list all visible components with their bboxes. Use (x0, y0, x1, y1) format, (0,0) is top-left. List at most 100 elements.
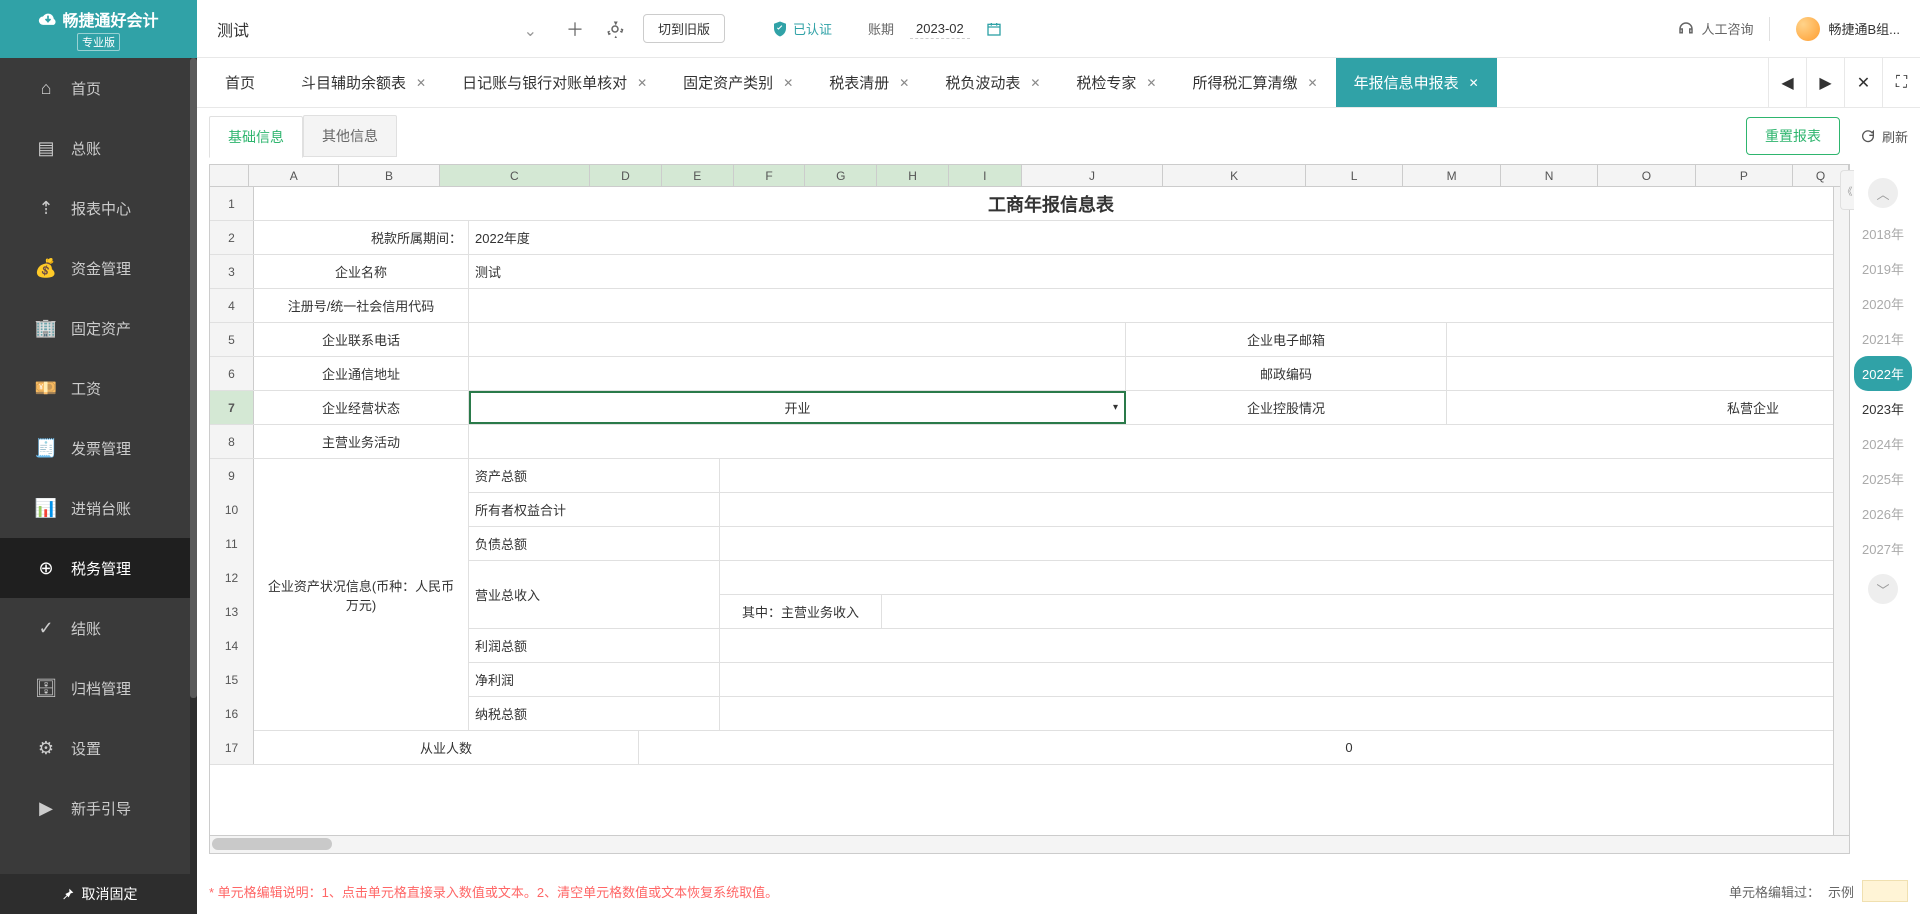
col-header-G[interactable]: G (805, 165, 877, 186)
sidebar-item-ledger[interactable]: ▤ 总账 (0, 118, 190, 178)
row-header[interactable]: 7 (210, 391, 254, 424)
switch-old-button[interactable]: 切到旧版 (643, 14, 725, 43)
close-icon[interactable]: ✕ (1469, 76, 1479, 90)
sidebar-item-tax[interactable]: ⊕税务管理 (0, 538, 190, 598)
tab-7[interactable]: 年报信息申报表✕ (1336, 58, 1497, 107)
close-icon[interactable]: ✕ (1146, 76, 1156, 90)
close-icon[interactable]: ✕ (783, 76, 793, 90)
footer: * 单元格编辑说明：1、点击单元格直接录入数值或文本。2、清空单元格数值或文本恢… (209, 876, 1908, 906)
col-header-F[interactable]: F (734, 165, 806, 186)
col-header-H[interactable]: H (877, 165, 949, 186)
sidebar-item-label: 结账 (71, 618, 101, 639)
sheet-vscroll[interactable] (1833, 187, 1849, 835)
sidebar-item-close[interactable]: ✓结账 (0, 598, 190, 658)
close-icon[interactable]: ✕ (899, 76, 909, 90)
year-2023年[interactable]: 2023年 (1854, 391, 1912, 426)
sidebar-item-salary[interactable]: 💴工资 (0, 358, 190, 418)
year-2020年[interactable]: 2020年 (1854, 286, 1912, 321)
sidebar-item-label: 税务管理 (71, 558, 131, 579)
row-header[interactable]: 2 (210, 221, 254, 254)
active-cell[interactable]: 开业 (469, 391, 1126, 424)
col-header-A[interactable]: A (249, 165, 339, 186)
tab-3[interactable]: 税表清册✕ (811, 58, 927, 107)
gear-icon[interactable] (603, 17, 627, 41)
col-header-C[interactable]: C (440, 165, 591, 186)
sidebar-scrollbar[interactable] (190, 58, 197, 914)
tab-5[interactable]: 税检专家✕ (1058, 58, 1174, 107)
sidebar-item-archive[interactable]: 🗄归档管理 (0, 658, 190, 718)
close-icon[interactable]: ✕ (416, 76, 426, 90)
sidebar-item-home[interactable]: ⌂首页 (0, 58, 190, 118)
year-2024年[interactable]: 2024年 (1854, 426, 1912, 461)
sheet-hscroll[interactable] (210, 835, 1849, 853)
row-header[interactable]: 6 (210, 357, 254, 390)
sidebar-item-asset[interactable]: 🏢固定资产 (0, 298, 190, 358)
year-2018年[interactable]: 2018年 (1854, 216, 1912, 251)
period-value[interactable]: 2023-02 (910, 19, 970, 39)
sidebar-item-setting[interactable]: ⚙设置 (0, 718, 190, 778)
consult-button[interactable]: 人工咨询 (1677, 19, 1753, 38)
spreadsheet[interactable]: ABCDEFGHIJKLMNOPQ 1工商年报信息表2税款所属期间：2022年度… (209, 164, 1850, 854)
asset-icon: 🏢 (35, 317, 57, 339)
year-2019年[interactable]: 2019年 (1854, 251, 1912, 286)
sidebar-item-label: 资金管理 (71, 258, 131, 279)
year-2021年[interactable]: 2021年 (1854, 321, 1912, 356)
col-header-I[interactable]: I (949, 165, 1022, 186)
sidebar-item-fund[interactable]: 💰资金管理 (0, 238, 190, 298)
sidebar-item-label: 总账 (71, 138, 101, 159)
year-2026年[interactable]: 2026年 (1854, 496, 1912, 531)
col-header-J[interactable]: J (1022, 165, 1164, 186)
sidebar-item-label: 设置 (71, 738, 101, 759)
year-2022年[interactable]: 2022年 (1854, 356, 1912, 391)
sidebar-item-stock[interactable]: 📊进销台账 (0, 478, 190, 538)
close-icon[interactable]: ✕ (1308, 76, 1318, 90)
sidebar-item-invoice[interactable]: 🧾发票管理 (0, 418, 190, 478)
chevron-down-icon: ⌄ (524, 21, 537, 41)
year-panel-collapse[interactable]: 《 (1840, 170, 1854, 210)
calendar-icon[interactable] (986, 21, 1002, 37)
col-header-O[interactable]: O (1598, 165, 1695, 186)
tab-0[interactable]: 斗目辅助余额表✕ (283, 58, 444, 107)
add-button[interactable]: ＋ (563, 17, 587, 41)
col-header-E[interactable]: E (662, 165, 734, 186)
tab-4[interactable]: 税负波动表✕ (927, 58, 1058, 107)
row-header[interactable]: 8 (210, 425, 254, 458)
tab-scroll-right[interactable]: ▶ (1806, 58, 1844, 107)
user-menu[interactable]: 畅捷通B组... (1796, 17, 1900, 41)
row-header[interactable]: 17 (210, 731, 254, 764)
col-header-K[interactable]: K (1163, 165, 1306, 186)
year-down[interactable]: ﹀ (1868, 574, 1898, 604)
col-header-B[interactable]: B (339, 165, 439, 186)
col-header-N[interactable]: N (1501, 165, 1598, 186)
tab-1[interactable]: 日记账与银行对账单核对✕ (444, 58, 665, 107)
year-2027年[interactable]: 2027年 (1854, 531, 1912, 566)
year-2025年[interactable]: 2025年 (1854, 461, 1912, 496)
row-header[interactable]: 3 (210, 255, 254, 288)
refresh-button[interactable]: 刷新 (1860, 127, 1908, 146)
headset-icon (1677, 20, 1695, 38)
row-header[interactable]: 5 (210, 323, 254, 356)
reset-button[interactable]: 重置报表 (1746, 117, 1840, 155)
tab-6[interactable]: 所得税汇算清缴✕ (1174, 58, 1335, 107)
unpin-button[interactable]: 取消固定 (0, 874, 197, 914)
tab-close-all[interactable]: ✕ (1844, 58, 1882, 107)
sidebar-item-chart[interactable]: ⇡报表中心 (0, 178, 190, 238)
subtab-basic[interactable]: 基础信息 (209, 116, 303, 158)
subtab-other[interactable]: 其他信息 (303, 115, 397, 157)
tab-home[interactable]: 首页 (197, 58, 283, 107)
col-header-M[interactable]: M (1403, 165, 1500, 186)
tab-scroll-left[interactable]: ◀ (1768, 58, 1806, 107)
year-up[interactable]: ︿ (1868, 178, 1898, 208)
close-icon[interactable]: ✕ (637, 76, 647, 90)
close-icon[interactable]: ✕ (1030, 76, 1040, 90)
col-header-P[interactable]: P (1696, 165, 1793, 186)
fullscreen-button[interactable]: ⛶ (1882, 58, 1920, 107)
col-header-L[interactable]: L (1306, 165, 1403, 186)
col-header-D[interactable]: D (590, 165, 662, 186)
ledger-icon: ▤ (35, 137, 57, 159)
company-selector[interactable]: 测试 ⌄ (217, 17, 547, 41)
row-header[interactable]: 1 (210, 187, 254, 220)
tab-2[interactable]: 固定资产类别✕ (665, 58, 811, 107)
row-header[interactable]: 4 (210, 289, 254, 322)
sidebar-item-guide[interactable]: ▶新手引导 (0, 778, 190, 838)
